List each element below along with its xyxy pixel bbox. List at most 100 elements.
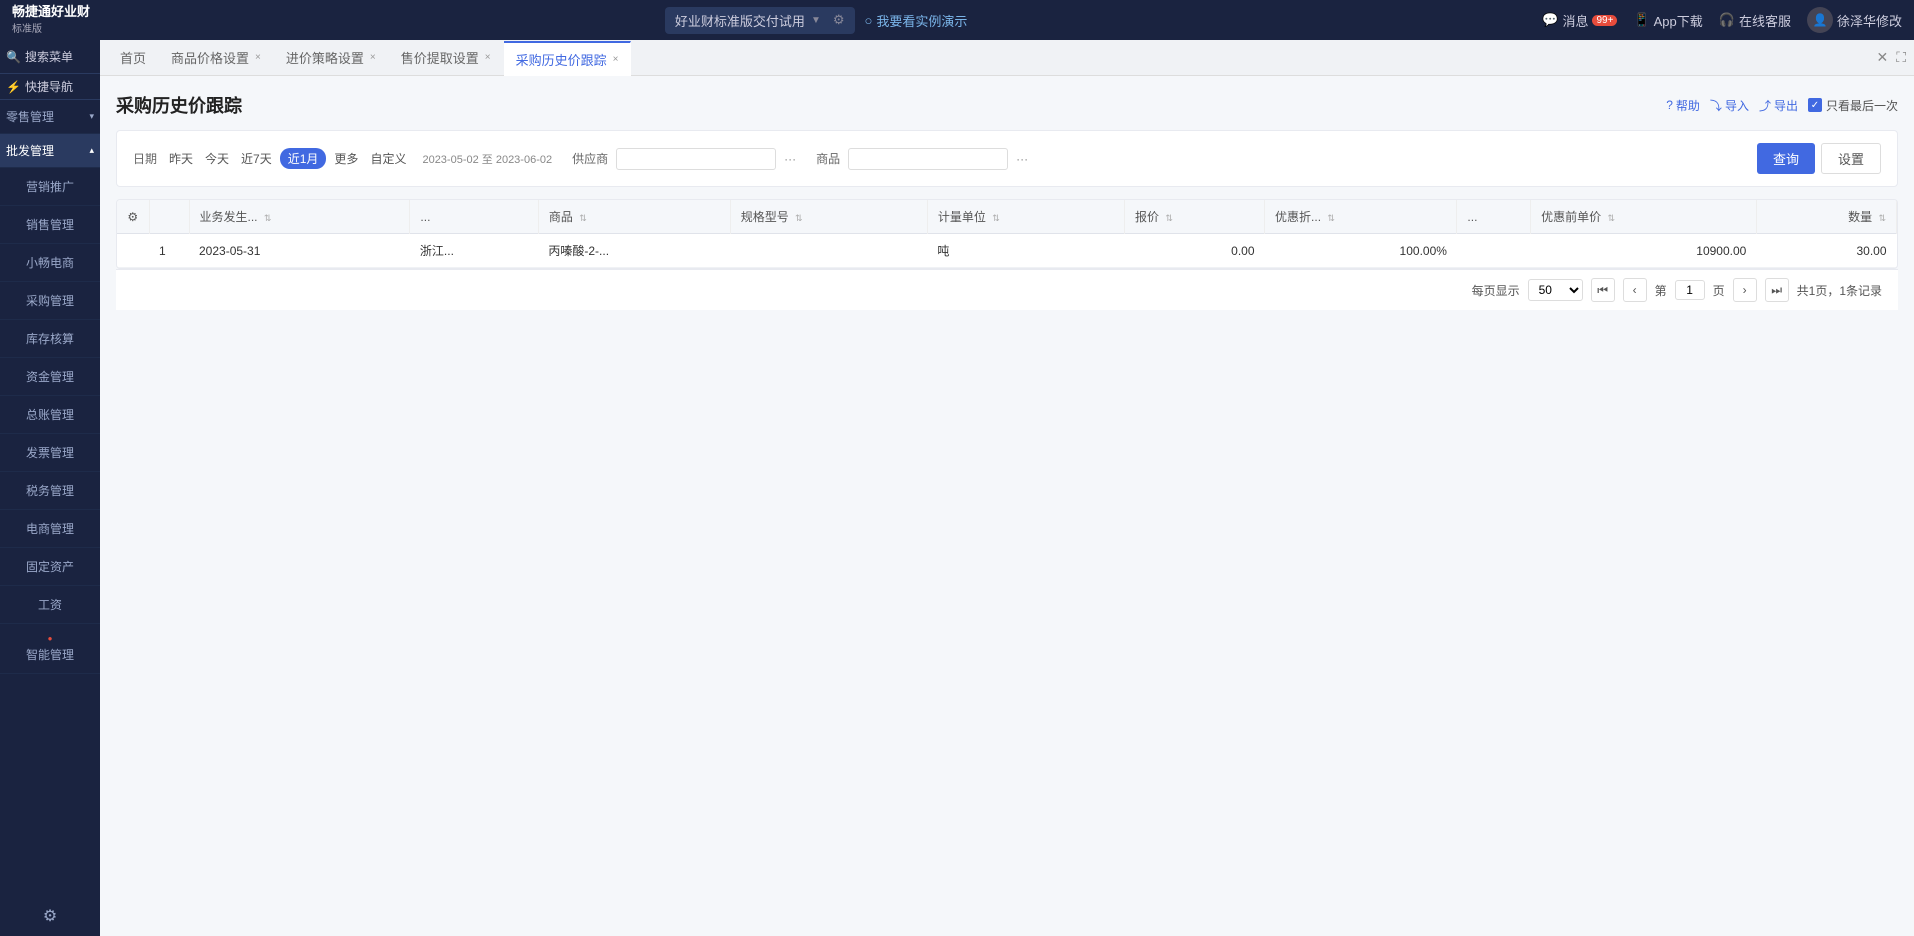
product-filter-group: 商品 ··· (816, 148, 1028, 170)
page-number-input[interactable] (1675, 280, 1705, 300)
date-option-more[interactable]: 更多 (330, 148, 362, 169)
export-icon: ⤴ (1759, 97, 1771, 114)
total-info: 共1页，1条记录 (1797, 282, 1882, 299)
tabs-bar: 首页 商品价格设置 × 进价策略设置 × 售价提取设置 × 采购历史价跟踪 × … (100, 40, 1914, 76)
cell-discount: 100.00% (1265, 234, 1457, 268)
sidebar-item-ecommerce-small[interactable]: 小畅电商 (0, 244, 100, 282)
export-button[interactable]: ⤴ 导出 (1759, 97, 1798, 114)
data-table: ⚙ 业务发生... ⇅ ... 商品 ⇅ (117, 200, 1897, 268)
date-option-today[interactable]: 今天 (201, 148, 233, 169)
column-seq (149, 200, 189, 234)
cell-date: 2023-05-31 (189, 234, 410, 268)
sidebar-item-finance[interactable]: 资金管理 (0, 358, 100, 396)
search-icon: 🔍 (6, 50, 21, 64)
sidebar-item-ecommerce[interactable]: 电商管理 (0, 510, 100, 548)
sidebar-item-tax[interactable]: 税务管理 (0, 472, 100, 510)
sidebar-item-payroll[interactable]: 工资 (0, 586, 100, 624)
tab-close-icon[interactable]: × (613, 54, 619, 65)
tab-price[interactable]: 商品价格设置 × (159, 40, 274, 76)
page-actions: ? 帮助 ⤵ 导入 ⤴ 导出 ✓ 只看最后一次 (1666, 97, 1898, 114)
chevron-down-icon: ▼ (811, 15, 821, 26)
tab-history-price[interactable]: 采购历史价跟踪 × (504, 41, 632, 77)
version-selector[interactable]: 好业财标准版交付试用 ▼ ⚙ (665, 7, 855, 34)
column-spec[interactable]: 规格型号 ⇅ (730, 200, 927, 234)
filter-settings-button[interactable]: 设置 (1821, 143, 1881, 174)
demo-icon: ○ (865, 13, 873, 28)
sidebar-item-general-ledger[interactable]: 总账管理 (0, 396, 100, 434)
sidebar-item-marketing[interactable]: 营销推广 (0, 168, 100, 206)
help-button[interactable]: ? 帮助 (1666, 97, 1700, 114)
sort-icon: ⇅ (1608, 213, 1616, 223)
column-quantity[interactable]: 数量 ⇅ (1756, 200, 1896, 234)
page-label: 第 (1655, 282, 1667, 299)
column-price[interactable]: 报价 ⇅ (1124, 200, 1264, 234)
column-unit[interactable]: 计量单位 ⇅ (927, 200, 1124, 234)
supplier-input[interactable] (616, 148, 776, 170)
date-options: 昨天 今天 近7天 近1月 更多 自定义 (165, 148, 410, 169)
date-filter-group: 日期 昨天 今天 近7天 近1月 更多 自定义 2023-05-02 至 202… (133, 148, 552, 169)
page-last-button[interactable]: ⏭ (1765, 278, 1789, 302)
product-more-button[interactable]: ··· (1016, 152, 1028, 166)
sidebar-item-sales[interactable]: 销售管理 (0, 206, 100, 244)
sidebar-item-smart[interactable]: ● 智能管理 (0, 624, 100, 674)
date-option-last7[interactable]: 近7天 (237, 148, 276, 169)
supplier-more-button[interactable]: ··· (784, 152, 796, 166)
page-first-button[interactable]: ⏮ (1591, 278, 1615, 302)
message-button[interactable]: 💬 消息 99+ (1542, 11, 1617, 30)
column-pre-discount-price[interactable]: 优惠前单价 ⇅ (1531, 200, 1757, 234)
sidebar-search[interactable]: 🔍 搜索菜单 (0, 40, 100, 74)
demo-button[interactable]: ○ 我要看实例演示 (865, 11, 968, 30)
date-option-last1m[interactable]: 近1月 (280, 148, 327, 169)
only-last-checkbox[interactable]: ✓ 只看最后一次 (1808, 97, 1898, 114)
import-button[interactable]: ⤵ 导入 (1710, 97, 1749, 114)
tab-expand-icon[interactable]: ⛶ (1896, 49, 1906, 66)
page-unit: 页 (1713, 282, 1725, 299)
column-dots2: ... (1457, 200, 1531, 234)
cell-pre-discount-price: 10900.00 (1531, 234, 1757, 268)
top-bar-left: 畅捷通好业财 标准版 (12, 4, 90, 36)
sidebar-item-purchase[interactable]: 采购管理 (0, 282, 100, 320)
column-date[interactable]: 业务发生... ⇅ (189, 200, 410, 234)
chevron-icon: ▴ (89, 145, 94, 156)
product-input[interactable] (848, 148, 1008, 170)
sidebar-item-wholesale[interactable]: 批发管理 ▴ (0, 134, 100, 168)
page-prev-button[interactable]: ‹ (1623, 278, 1647, 302)
column-settings[interactable]: ⚙ (117, 200, 149, 234)
date-filter-label: 日期 (133, 150, 157, 167)
tab-close-icon[interactable]: × (370, 52, 376, 63)
sort-icon: ⇅ (579, 213, 587, 223)
tab-home[interactable]: 首页 (108, 40, 159, 76)
sort-icon: ⇅ (992, 213, 1000, 223)
sidebar-settings-button[interactable]: ⚙ (0, 896, 100, 936)
avatar: 👤 (1807, 7, 1833, 33)
tab-sale-price[interactable]: 售价提取设置 × (389, 40, 504, 76)
tab-close-icon[interactable]: × (485, 52, 491, 63)
sidebar-nav[interactable]: ⚡ 快捷导航 (0, 74, 100, 100)
sort-icon: ⇅ (795, 213, 803, 223)
online-service-button[interactable]: 🎧 在线客服 (1719, 11, 1791, 30)
cell-gear (117, 234, 149, 268)
column-product[interactable]: 商品 ⇅ (538, 200, 730, 234)
sidebar-item-inventory[interactable]: 库存核算 (0, 320, 100, 358)
page-next-button[interactable]: › (1733, 278, 1757, 302)
sort-icon: ⇅ (264, 213, 272, 223)
user-menu[interactable]: 👤 徐泽华修改 (1807, 7, 1902, 33)
table-row: 1 2023-05-31 浙江... 丙嗪酸-2-... 吨 0.00 100.… (117, 234, 1897, 268)
app-download-button[interactable]: 📱 App下载 (1633, 11, 1702, 30)
supplier-filter-label: 供应商 (572, 150, 608, 167)
table-header-row: ⚙ 业务发生... ⇅ ... 商品 ⇅ (117, 200, 1897, 234)
column-discount[interactable]: 优惠折... ⇅ (1265, 200, 1457, 234)
cell-seq: 1 (149, 234, 189, 268)
date-option-custom[interactable]: 自定义 (366, 148, 410, 169)
query-button[interactable]: 查询 (1757, 143, 1815, 174)
sort-icon: ⇅ (1165, 213, 1173, 223)
per-page-select[interactable]: 50 10 20 100 (1528, 279, 1583, 301)
sidebar-item-invoice[interactable]: 发票管理 (0, 434, 100, 472)
tab-purchase-strategy[interactable]: 进价策略设置 × (274, 40, 389, 76)
tab-close-icon[interactable]: × (255, 52, 261, 63)
content-area: 首页 商品价格设置 × 进价策略设置 × 售价提取设置 × 采购历史价跟踪 × … (100, 40, 1914, 936)
date-option-yesterday[interactable]: 昨天 (165, 148, 197, 169)
sidebar-item-fixed-assets[interactable]: 固定资产 (0, 548, 100, 586)
tab-close-all-icon[interactable]: ✕ (1876, 49, 1888, 66)
sidebar-item-retail[interactable]: 零售管理 ▾ (0, 100, 100, 134)
